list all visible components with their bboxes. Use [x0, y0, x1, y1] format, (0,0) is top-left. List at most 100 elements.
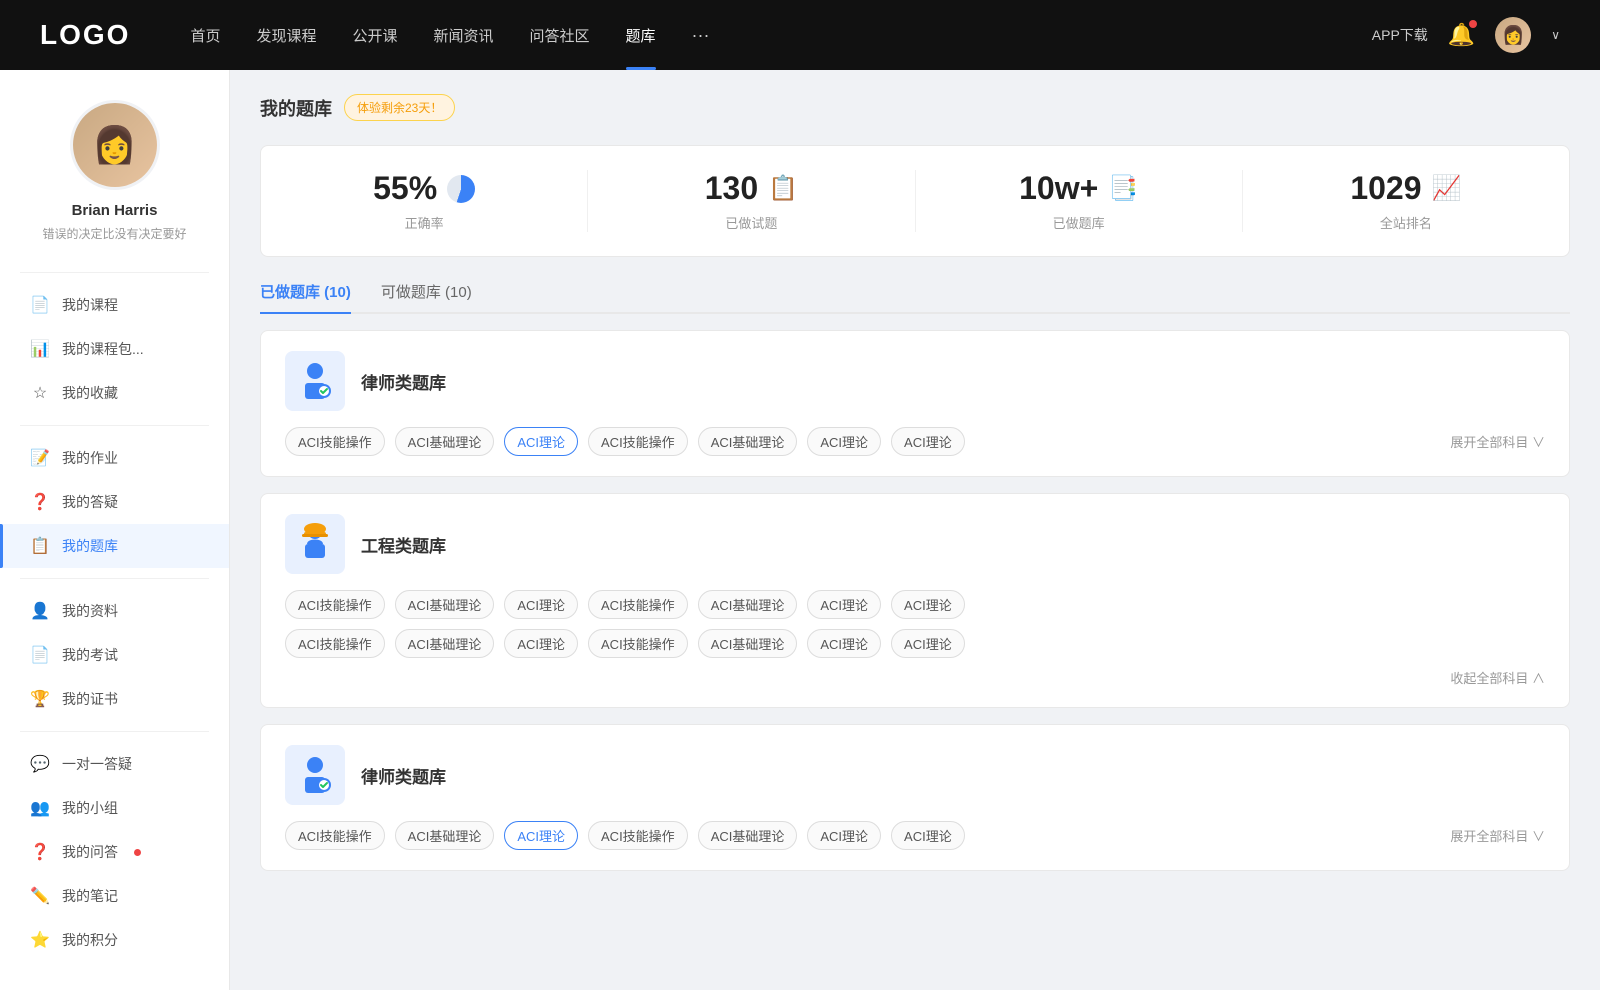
sidebar-label-qa: 我的答疑	[62, 492, 118, 512]
homework-icon: 📝	[30, 448, 50, 468]
page-wrapper: 👩 Brian Harris 错误的决定比没有决定要好 📄 我的课程 📊 我的课…	[0, 70, 1600, 990]
card3-tag-6[interactable]: ACI理论	[891, 821, 965, 850]
sidebar-item-notes[interactable]: ✏️ 我的笔记	[0, 874, 229, 918]
sidebar-item-certificate[interactable]: 🏆 我的证书	[0, 677, 229, 721]
nav-question-bank[interactable]: 题库	[626, 25, 656, 46]
card3-tag-5[interactable]: ACI理论	[807, 821, 881, 850]
stat-banks-value-row: 10w+ 📑	[936, 170, 1222, 207]
avatar: 👩	[70, 100, 160, 190]
card3-expand-link[interactable]: 展开全部科目 ∨	[1450, 826, 1545, 845]
nav-news[interactable]: 新闻资讯	[434, 25, 494, 46]
sidebar-menu: 📄 我的课程 📊 我的课程包... ☆ 我的收藏 📝 我的作业 ❓ 我的答疑 �	[0, 283, 229, 962]
stat-ranking-value: 1029	[1350, 170, 1421, 207]
card2-tag-r1-5[interactable]: ACI理论	[807, 590, 881, 619]
card2-tag-r2-3[interactable]: ACI技能操作	[588, 629, 688, 658]
user-motto: 错误的决定比没有决定要好	[20, 225, 209, 242]
question-bank-card-lawyer-1: 律师类题库 ACI技能操作 ACI基础理论 ACI理论 ACI技能操作 ACI基…	[260, 330, 1570, 477]
card1-expand-link[interactable]: 展开全部科目 ∨	[1450, 432, 1545, 451]
nav-more[interactable]: ···	[692, 25, 710, 46]
groups-icon: 👥	[30, 798, 50, 818]
card2-header: 工程类题库	[285, 514, 1545, 574]
sidebar-item-course-packages[interactable]: 📊 我的课程包...	[0, 327, 229, 371]
questions-icon: 📋	[768, 174, 798, 203]
stat-ranking-label: 全站排名	[1263, 213, 1549, 232]
sidebar-item-favorites[interactable]: ☆ 我的收藏	[0, 371, 229, 415]
sidebar-item-groups[interactable]: 👥 我的小组	[0, 786, 229, 830]
accuracy-pie-icon	[447, 175, 475, 203]
card3-tag-0[interactable]: ACI技能操作	[285, 821, 385, 850]
sidebar-label-certificate: 我的证书	[62, 689, 118, 709]
user-name: Brian Harris	[20, 202, 209, 219]
card2-tag-r1-2[interactable]: ACI理论	[504, 590, 578, 619]
sidebar-label-courses: 我的课程	[62, 295, 118, 315]
sidebar-item-tutoring[interactable]: 💬 一对一答疑	[0, 742, 229, 786]
card1-tag-6[interactable]: ACI理论	[891, 427, 965, 456]
sidebar-item-exam[interactable]: 📄 我的考试	[0, 633, 229, 677]
ranking-icon: 📈	[1432, 174, 1462, 203]
stat-questions-value-row: 130 📋	[608, 170, 894, 207]
user-avatar[interactable]: 👩	[1495, 17, 1531, 53]
sidebar-item-points[interactable]: ⭐ 我的积分	[0, 918, 229, 962]
nav-discover[interactable]: 发现课程	[256, 25, 316, 46]
sidebar-item-qa[interactable]: ❓ 我的答疑	[0, 480, 229, 524]
card2-tag-r1-1[interactable]: ACI基础理论	[395, 590, 495, 619]
card3-tag-1[interactable]: ACI基础理论	[395, 821, 495, 850]
card2-tag-r1-3[interactable]: ACI技能操作	[588, 590, 688, 619]
card2-name: 工程类题库	[361, 532, 446, 557]
logo[interactable]: LOGO	[40, 19, 130, 51]
card2-tag-r1-6[interactable]: ACI理论	[891, 590, 965, 619]
card2-tag-r1-0[interactable]: ACI技能操作	[285, 590, 385, 619]
nav-home[interactable]: 首页	[190, 25, 220, 46]
stat-questions-value: 130	[705, 170, 758, 207]
card2-tag-r2-2[interactable]: ACI理论	[504, 629, 578, 658]
card1-tag-2[interactable]: ACI理论	[504, 427, 578, 456]
card2-tag-r2-4[interactable]: ACI基础理论	[698, 629, 798, 658]
question-bank-card-engineer: 工程类题库 ACI技能操作 ACI基础理论 ACI理论 ACI技能操作 ACI基…	[260, 493, 1570, 708]
sidebar-divider-3	[20, 731, 209, 732]
avatar-image: 👩	[73, 103, 157, 187]
card2-tag-r2-5[interactable]: ACI理论	[807, 629, 881, 658]
card2-tag-r1-4[interactable]: ACI基础理论	[698, 590, 798, 619]
sidebar-label-packages: 我的课程包...	[62, 339, 144, 359]
notification-bell[interactable]: 🔔	[1448, 22, 1475, 48]
tab-done-banks[interactable]: 已做题库 (10)	[260, 281, 351, 314]
my-qa-icon: ❓	[30, 842, 50, 862]
sidebar-item-homework[interactable]: 📝 我的作业	[0, 436, 229, 480]
sidebar-item-my-courses[interactable]: 📄 我的课程	[0, 283, 229, 327]
question-bank-header: 我的题库 体验剩余23天！	[260, 94, 1570, 121]
sidebar-item-profile[interactable]: 👤 我的资料	[0, 589, 229, 633]
card1-tags-row: ACI技能操作 ACI基础理论 ACI理论 ACI技能操作 ACI基础理论 AC…	[285, 427, 1545, 456]
card1-tag-3[interactable]: ACI技能操作	[588, 427, 688, 456]
sidebar-label-groups: 我的小组	[62, 798, 118, 818]
nav-open-course[interactable]: 公开课	[352, 25, 397, 46]
card3-tag-2[interactable]: ACI理论	[504, 821, 578, 850]
card1-tag-5[interactable]: ACI理论	[807, 427, 881, 456]
user-menu-arrow[interactable]: ∨	[1551, 28, 1560, 42]
app-download-button[interactable]: APP下载	[1372, 25, 1428, 45]
card3-tag-4[interactable]: ACI基础理论	[698, 821, 798, 850]
card2-tag-r2-0[interactable]: ACI技能操作	[285, 629, 385, 658]
exam-icon: 📄	[30, 645, 50, 665]
card1-tag-4[interactable]: ACI基础理论	[698, 427, 798, 456]
sidebar-label-points: 我的积分	[62, 930, 118, 950]
sidebar-item-question-bank[interactable]: 📋 我的题库	[0, 524, 229, 568]
stat-ranking-value-row: 1029 📈	[1263, 170, 1549, 207]
tab-available-banks[interactable]: 可做题库 (10)	[381, 281, 472, 314]
card1-tag-0[interactable]: ACI技能操作	[285, 427, 385, 456]
sidebar-divider-top	[20, 272, 209, 273]
stats-row: 55% 正确率 130 📋 已做试题 10w+ 📑 已做题库	[260, 145, 1570, 257]
card2-tag-r2-1[interactable]: ACI基础理论	[395, 629, 495, 658]
sidebar-item-my-qa[interactable]: ❓ 我的问答	[0, 830, 229, 874]
sidebar-label-profile: 我的资料	[62, 601, 118, 621]
sidebar-label-tutoring: 一对一答疑	[62, 754, 132, 774]
card2-collapse-link[interactable]: 收起全部科目 ∧	[285, 668, 1545, 687]
nav-qa[interactable]: 问答社区	[530, 25, 590, 46]
stat-banks-label: 已做题库	[936, 213, 1222, 232]
sidebar-label-notes: 我的笔记	[62, 886, 118, 906]
stat-questions-label: 已做试题	[608, 213, 894, 232]
card1-tag-1[interactable]: ACI基础理论	[395, 427, 495, 456]
card3-tag-3[interactable]: ACI技能操作	[588, 821, 688, 850]
lawyer-bank-icon	[285, 351, 345, 411]
card2-tag-r2-6[interactable]: ACI理论	[891, 629, 965, 658]
stat-accuracy-value-row: 55%	[281, 170, 567, 207]
